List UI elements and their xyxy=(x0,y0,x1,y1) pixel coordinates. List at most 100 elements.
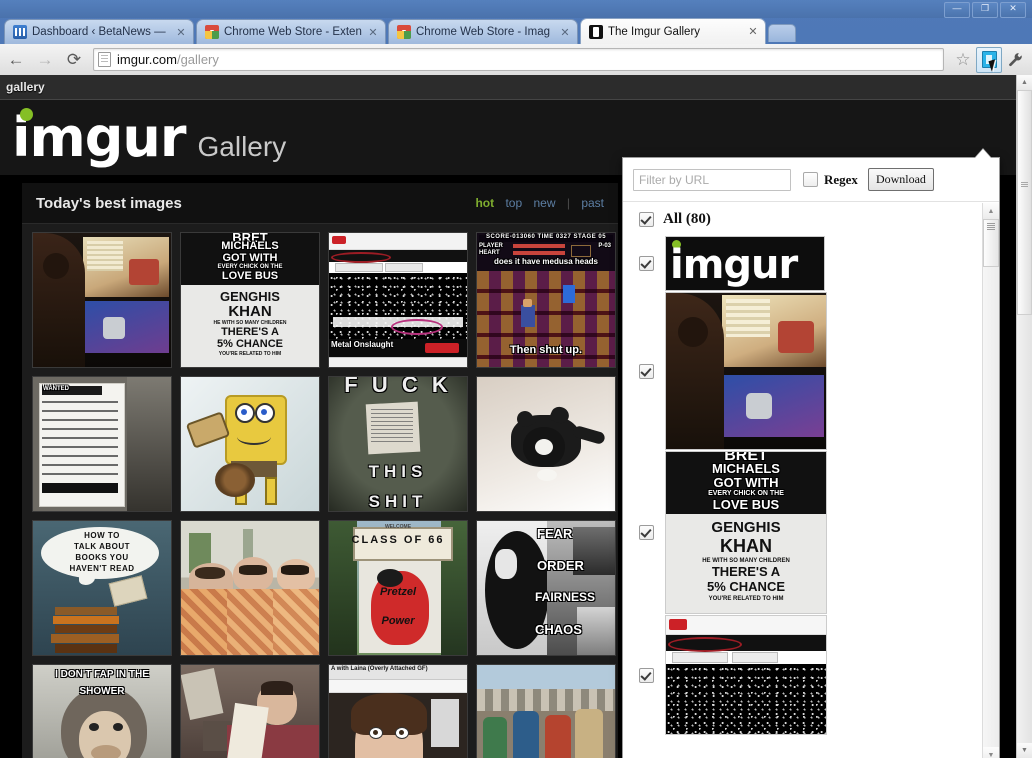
list-item[interactable]: BRET MICHAELS GOT WITH EVERY CHICK ON TH… xyxy=(623,451,982,614)
select-all-label: All (80) xyxy=(663,211,711,228)
popup-scrollbar[interactable]: ▲ ▼ xyxy=(982,203,999,758)
betanews-favicon xyxy=(13,25,27,39)
chrome-favicon xyxy=(397,25,411,39)
scrollbar-down-arrow-icon[interactable]: ▼ xyxy=(1017,743,1032,758)
list-item[interactable]: imgur xyxy=(623,236,982,291)
download-button-label: Download xyxy=(876,172,926,187)
chrome-menu-button[interactable] xyxy=(1002,47,1028,73)
filter-by-url-input[interactable]: Filter by URL xyxy=(633,169,791,191)
download-button[interactable]: Download xyxy=(868,168,934,191)
bookmark-star-button[interactable]: ☆ xyxy=(950,47,976,73)
forward-arrow-icon: → xyxy=(37,50,54,70)
url-path: /gallery xyxy=(177,52,219,67)
select-all-checkbox[interactable] xyxy=(639,212,654,227)
thumbnail-owl-watching-tv[interactable] xyxy=(32,232,172,368)
page-scrollbar[interactable]: ▲ ▼ xyxy=(1016,75,1032,758)
tab-close-icon[interactable]: ✕ xyxy=(559,26,571,39)
gallery-nav-top[interactable]: top xyxy=(505,196,522,210)
regex-label: Regex xyxy=(824,172,858,188)
tab-label: Dashboard ‹ BetaNews — xyxy=(32,26,171,38)
select-all-row[interactable]: All (80) xyxy=(623,203,982,236)
imgur-topbar: gallery xyxy=(0,75,1032,100)
popup-scrollbar-down-arrow-icon[interactable]: ▼ xyxy=(983,747,999,758)
imgur-logo[interactable]: imgur Gallery xyxy=(12,110,286,166)
tab-strip: Dashboard ‹ BetaNews — ✕ Chrome Web Stor… xyxy=(0,18,1032,44)
regex-checkbox[interactable] xyxy=(803,172,818,187)
minimize-button[interactable]: — xyxy=(944,2,970,18)
url-domain: imgur.com xyxy=(117,52,177,67)
thumbnail-grid: BRET MICHAELS GOT WITH EVERY CHICK ON TH… xyxy=(22,224,618,758)
new-tab-button[interactable] xyxy=(768,24,796,42)
minimize-icon: — xyxy=(945,2,969,14)
restore-button[interactable]: ❐ xyxy=(972,2,998,18)
thumbnail-text-meme[interactable]: BRET MICHAELS GOT WITH EVERY CHICK ON TH… xyxy=(180,232,320,368)
tab-the-imgur-gallery[interactable]: The Imgur Gallery ✕ xyxy=(580,18,766,44)
address-bar-url: imgur.com/gallery xyxy=(117,52,219,67)
item-checkbox[interactable] xyxy=(639,525,654,540)
thumbnail-man-reading[interactable] xyxy=(180,664,320,758)
thumbnail-street-sign[interactable]: WELCOME CLASS OF 66 Pretzel Power xyxy=(328,520,468,656)
gallery-nav-separator: | xyxy=(567,196,570,210)
item-checkbox[interactable] xyxy=(639,364,654,379)
item-checkbox[interactable] xyxy=(639,668,654,683)
thumbnail-monkey-meme[interactable]: I DON'T FAP IN THE SHOWER xyxy=(32,664,172,758)
thumbnail-bw-collage[interactable]: FEAR ORDER FAIRNESS CHAOS xyxy=(476,520,616,656)
thumbnail-three-men-shirts[interactable] xyxy=(180,520,320,656)
window-titlebar: — ❐ ✕ xyxy=(0,0,1032,18)
address-bar[interactable]: imgur.com/gallery xyxy=(93,48,944,71)
imgur-topbar-label: gallery xyxy=(0,80,45,94)
thumbnail-kitten-photo[interactable] xyxy=(476,376,616,512)
item-thumbnail-text-meme[interactable]: BRET MICHAELS GOT WITH EVERY CHICK ON TH… xyxy=(665,451,827,614)
browser-window: — ❐ ✕ Dashboard ‹ BetaNews — ✕ Chrome We… xyxy=(0,0,1032,758)
item-thumbnail-imgur-logo[interactable]: imgur xyxy=(665,236,825,291)
list-item[interactable] xyxy=(623,292,982,450)
close-icon: ✕ xyxy=(1001,2,1025,14)
tab-close-icon[interactable]: ✕ xyxy=(367,26,379,39)
tab-dashboard-betanews[interactable]: Dashboard ‹ BetaNews — ✕ xyxy=(4,19,194,44)
gallery-card: Today's best images hot top new | past xyxy=(22,183,618,758)
thumbnail-spongebob-drawing[interactable] xyxy=(180,376,320,512)
thumbnail-youtube-screenshot[interactable]: Metal Onslaught xyxy=(328,232,468,368)
page-viewport: gallery imgur Gallery Today's best image… xyxy=(0,75,1032,758)
gallery-header-bar: Today's best images hot top new | past xyxy=(22,183,618,224)
popup-arrow-icon xyxy=(975,149,991,158)
reload-button[interactable]: ⟳ xyxy=(61,47,87,73)
item-thumbnail-owl-watching-tv[interactable] xyxy=(665,292,827,450)
popup-scrollbar-up-arrow-icon[interactable]: ▲ xyxy=(983,203,999,219)
item-thumbnail-youtube-screenshot[interactable] xyxy=(665,615,827,735)
thumbnail-webcam-girl[interactable]: A with Laina (Overly Attached GF) xyxy=(328,664,468,758)
forward-button[interactable]: → xyxy=(32,47,58,73)
tab-close-icon[interactable]: ✕ xyxy=(747,25,759,38)
thumbnail-castlevania-nes[interactable]: SCORE-013060 TIME 0327 STAGE 05 PLAYER H… xyxy=(476,232,616,368)
list-item[interactable] xyxy=(623,615,982,735)
imgur-favicon xyxy=(589,25,603,39)
thumbnail-book-stack[interactable]: HOW TO TALK ABOUT BOOKS YOU HAVEN'T READ xyxy=(32,520,172,656)
thumbnail-sign-photo[interactable]: F U C K THIS SHIT xyxy=(328,376,468,512)
scrollbar-thumb[interactable] xyxy=(1017,90,1032,315)
imgur-logo-subtitle: Gallery xyxy=(198,131,287,163)
gallery-nav: hot top new | past xyxy=(467,196,604,210)
back-button[interactable]: ← xyxy=(3,47,29,73)
scrollbar-grip-icon xyxy=(1021,182,1028,187)
tab-label: Chrome Web Store - Imag xyxy=(416,26,555,38)
tab-close-icon[interactable]: ✕ xyxy=(175,26,187,39)
gallery-nav-hot[interactable]: hot xyxy=(475,196,494,210)
gallery-title: Today's best images xyxy=(36,195,182,212)
gallery-nav-past[interactable]: past xyxy=(581,196,604,210)
imgur-logo-dot-icon xyxy=(20,108,33,121)
gallery-nav-new[interactable]: new xyxy=(533,196,555,210)
imgur-logo-wordmark: imgur xyxy=(12,110,186,166)
scrollbar-up-arrow-icon[interactable]: ▲ xyxy=(1017,75,1032,90)
reload-icon: ⟳ xyxy=(67,50,81,70)
browser-toolbar: ← → ⟳ imgur.com/gallery ☆ xyxy=(0,44,1032,76)
toolbar-right-icons: ☆ xyxy=(950,47,1028,73)
image-downloader-extension-button[interactable] xyxy=(976,47,1002,73)
thumbnail-flyer-photo[interactable]: WANTED xyxy=(32,376,172,512)
thumbnail-crowd-photo[interactable] xyxy=(476,664,616,758)
item-checkbox[interactable] xyxy=(639,256,654,271)
back-arrow-icon: ← xyxy=(8,50,25,70)
tab-chrome-web-store-images[interactable]: Chrome Web Store - Imag ✕ xyxy=(388,19,578,44)
window-controls: — ❐ ✕ xyxy=(944,2,1026,18)
close-button[interactable]: ✕ xyxy=(1000,2,1026,18)
tab-chrome-web-store-extensions[interactable]: Chrome Web Store - Exten ✕ xyxy=(196,19,386,44)
